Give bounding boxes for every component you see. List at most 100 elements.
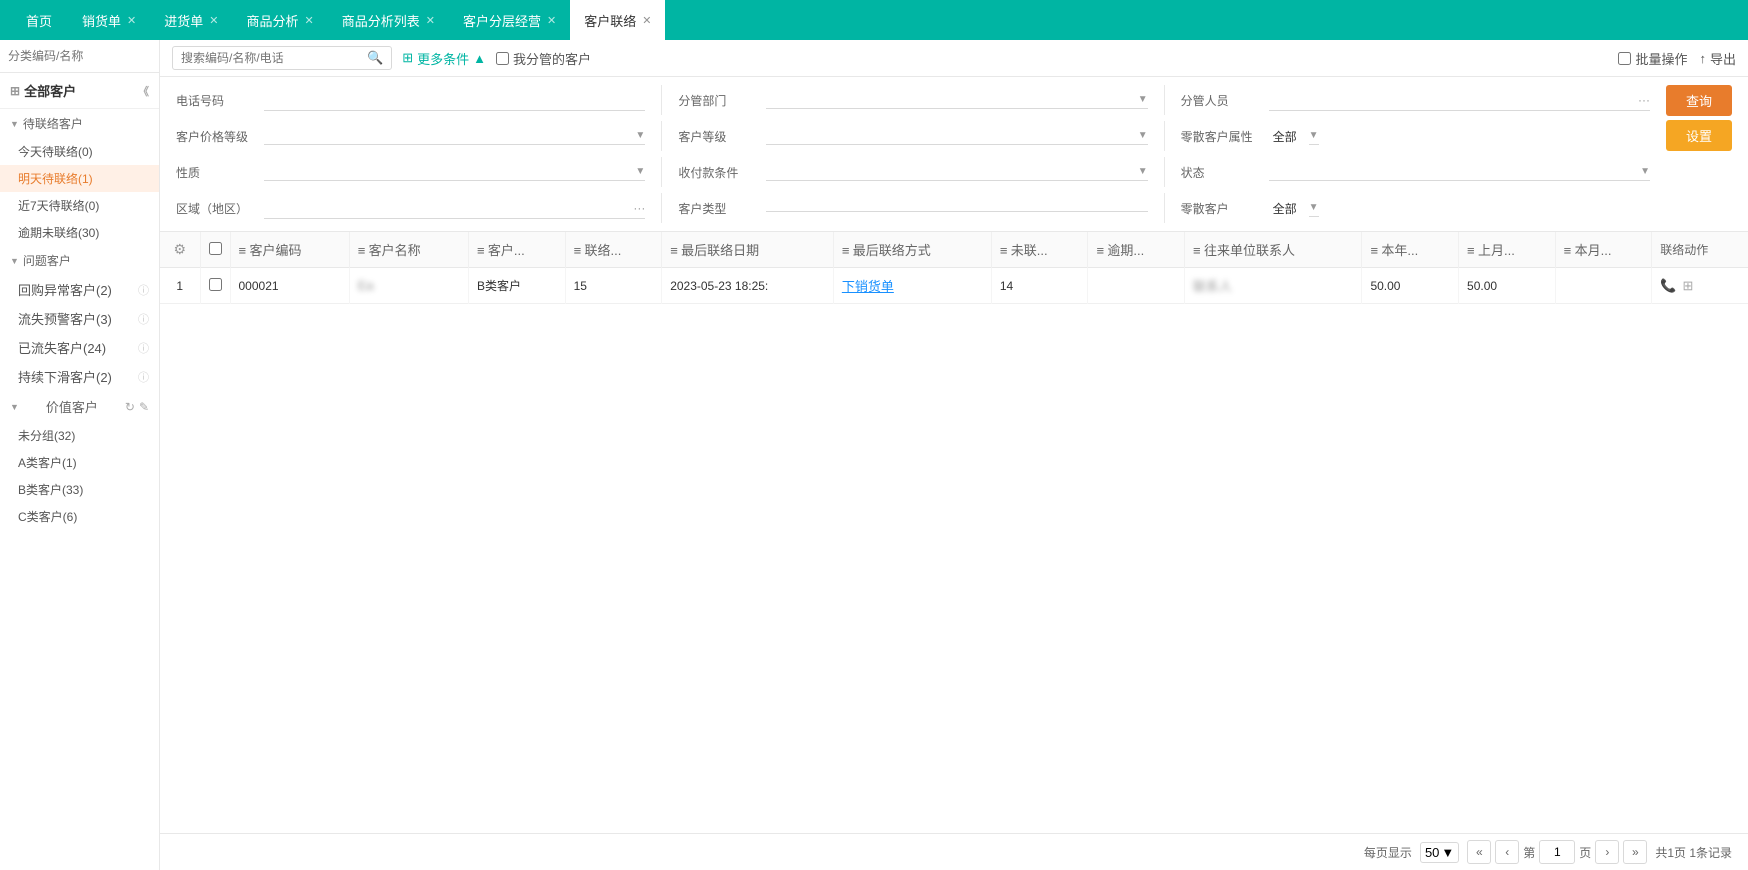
status-select[interactable]: ▼ (1269, 163, 1650, 181)
nature-select[interactable]: ▼ (264, 163, 645, 181)
row-unit-contact: 联系人 (1185, 268, 1362, 304)
sidebar-item-abnormal[interactable]: 回购异常客户(2) ⓘ (0, 275, 159, 304)
prev-page-btn[interactable]: ‹ (1495, 840, 1519, 864)
col-code-header[interactable]: ≡ 客户编码 (230, 232, 349, 268)
col-last-month-header[interactable]: ≡ 上月... (1459, 232, 1556, 268)
nav-goods-analysis[interactable]: 商品分析 ✕ (232, 0, 327, 40)
nav-customer-tier[interactable]: 客户分层经营 ✕ (449, 0, 570, 40)
col-contact-count-header[interactable]: ≡ 联络... (565, 232, 662, 268)
nav-goods-analysis-list[interactable]: 商品分析列表 ✕ (328, 0, 449, 40)
edit-icon[interactable]: ✎ (139, 400, 149, 414)
row-checkbox[interactable] (209, 278, 222, 291)
status-label: 状态 (1181, 164, 1261, 181)
right-actions: 批量操作 ↑ 导出 (1618, 49, 1736, 68)
filter-cell-price-level: 客户价格等级 ▼ (176, 127, 645, 145)
col-unit-contact-header[interactable]: ≡ 往来单位联系人 (1185, 232, 1362, 268)
search-input[interactable] (181, 51, 361, 65)
close-goods-list-icon[interactable]: ✕ (426, 14, 435, 27)
nav-customer-contact[interactable]: 客户联络 ✕ (570, 0, 665, 40)
my-customers-check[interactable] (496, 52, 509, 65)
chevron-down-payment: ▼ (1138, 166, 1148, 177)
last-method-link[interactable]: 下销货单 (842, 279, 894, 294)
retail-cust-value: 全部 (1269, 200, 1301, 217)
manager-dots-icon[interactable]: ··· (1638, 93, 1650, 107)
search-box: 🔍 (172, 46, 392, 70)
nav-purchase[interactable]: 进货单 ✕ (150, 0, 232, 40)
chevron-down-status: ▼ (1640, 166, 1650, 177)
region-dots-icon[interactable]: ··· (633, 201, 645, 215)
sidebar-item-declining[interactable]: 持续下滑客户(2) ⓘ (0, 362, 159, 391)
search-icon[interactable]: 🔍 (367, 50, 383, 66)
dept-select[interactable]: ▼ (766, 91, 1147, 109)
close-sales-icon[interactable]: ✕ (127, 14, 136, 27)
col-type-header[interactable]: ≡ 客户... (468, 232, 565, 268)
footer: 每页显示 50 ▼ « ‹ 第 页 › » 共1页 1条记录 (160, 833, 1748, 870)
sidebar-section-value[interactable]: 价值客户 ↻ ✎ (0, 391, 159, 422)
batch-op-check[interactable] (1618, 52, 1631, 65)
cust-type-label: 客户类型 (678, 200, 758, 217)
col-overdue-header[interactable]: ≡ 逾期... (1088, 232, 1185, 268)
sidebar-item-today[interactable]: 今天待联络(0) (0, 138, 159, 165)
page-size-select[interactable]: 50 ▼ (1420, 842, 1459, 863)
grid-action-icon[interactable]: ⊞ (1682, 278, 1693, 294)
more-conditions-btn[interactable]: ⊞ 更多条件 ▲ (402, 49, 486, 68)
sidebar-section-pending[interactable]: 待联络客户 (0, 109, 159, 138)
region-select[interactable]: ··· (264, 198, 645, 219)
sidebar-section-problem[interactable]: 问题客户 (0, 246, 159, 275)
my-customers-checkbox[interactable]: 我分管的客户 (496, 49, 591, 68)
last-page-btn[interactable]: » (1623, 840, 1647, 864)
filter-cell-retail-attr: 零散客户属性 全部 ▼ (1181, 127, 1650, 145)
chevron-down-page-size: ▼ (1441, 845, 1454, 860)
batch-op-btn[interactable]: 批量操作 (1618, 49, 1687, 68)
nature-label: 性质 (176, 164, 256, 181)
close-goods-analysis-icon[interactable]: ✕ (305, 14, 314, 27)
sidebar-item-type-c[interactable]: C类客户(6) (0, 503, 159, 530)
row-code: 000021 (230, 268, 349, 304)
nav-sales[interactable]: 销货单 ✕ (68, 0, 150, 40)
page-number-input[interactable] (1539, 840, 1575, 864)
cust-level-select[interactable]: ▼ (766, 127, 1147, 145)
row-this-month (1555, 268, 1652, 304)
sidebar-item-week[interactable]: 近7天待联络(0) (0, 192, 159, 219)
col-this-month-header[interactable]: ≡ 本月... (1555, 232, 1652, 268)
col-this-year-header[interactable]: ≡ 本年... (1362, 232, 1459, 268)
row-last-method: 下销货单 (833, 268, 991, 304)
cust-type-select[interactable] (766, 205, 1147, 212)
phone-action-icon[interactable]: 📞 (1660, 278, 1676, 294)
nav-home[interactable]: 首页 (10, 0, 68, 40)
payment-select[interactable]: ▼ (766, 163, 1147, 181)
col-name-header[interactable]: ≡ 客户名称 (349, 232, 468, 268)
sidebar-item-overdue[interactable]: 逾期未联络(30) (0, 219, 159, 246)
sidebar-collapse-icon[interactable]: 《 (138, 83, 149, 99)
col-last-method-header[interactable]: ≡ 最后联络方式 (833, 232, 991, 268)
settings-icon[interactable]: ⚙ (173, 241, 186, 257)
close-customer-contact-icon[interactable]: ✕ (642, 14, 651, 27)
first-page-btn[interactable]: « (1467, 840, 1491, 864)
sidebar-all-customers[interactable]: ⊞ 全部客户 《 (0, 73, 159, 109)
col-not-contacted-header[interactable]: ≡ 未联... (991, 232, 1088, 268)
export-btn[interactable]: ↑ 导出 (1699, 49, 1736, 68)
sidebar-item-ungrouped[interactable]: 未分组(32) (0, 422, 159, 449)
retail-attr-select[interactable]: ▼ (1309, 127, 1319, 145)
retail-cust-select[interactable]: ▼ (1309, 199, 1319, 217)
refresh-icon[interactable]: ↻ (125, 400, 135, 414)
filter-cell-status: 状态 ▼ (1181, 163, 1650, 181)
sidebar-item-type-b[interactable]: B类客户(33) (0, 476, 159, 503)
sidebar-item-type-a[interactable]: A类客户(1) (0, 449, 159, 476)
phone-input[interactable] (264, 90, 645, 111)
manager-select[interactable]: ··· (1269, 90, 1650, 111)
row-name: Ea (349, 268, 468, 304)
price-level-select[interactable]: ▼ (264, 127, 645, 145)
close-customer-tier-icon[interactable]: ✕ (547, 14, 556, 27)
sidebar-item-churned[interactable]: 已流失客户(24) ⓘ (0, 333, 159, 362)
sidebar-item-tomorrow[interactable]: 明天待联络(1) (0, 165, 159, 192)
sidebar-search-input[interactable] (8, 49, 160, 63)
reset-button[interactable]: 设置 (1666, 120, 1732, 151)
close-purchase-icon[interactable]: ✕ (209, 14, 218, 27)
table-row: 1 000021 Ea B类客户 15 2023-05-23 18:25: 下销… (160, 268, 1748, 304)
col-last-date-header[interactable]: ≡ 最后联络日期 (662, 232, 834, 268)
query-button[interactable]: 查询 (1666, 85, 1732, 116)
sidebar-item-churn-warn[interactable]: 流失预警客户(3) ⓘ (0, 304, 159, 333)
select-all-checkbox[interactable] (209, 242, 222, 255)
next-page-btn[interactable]: › (1595, 840, 1619, 864)
